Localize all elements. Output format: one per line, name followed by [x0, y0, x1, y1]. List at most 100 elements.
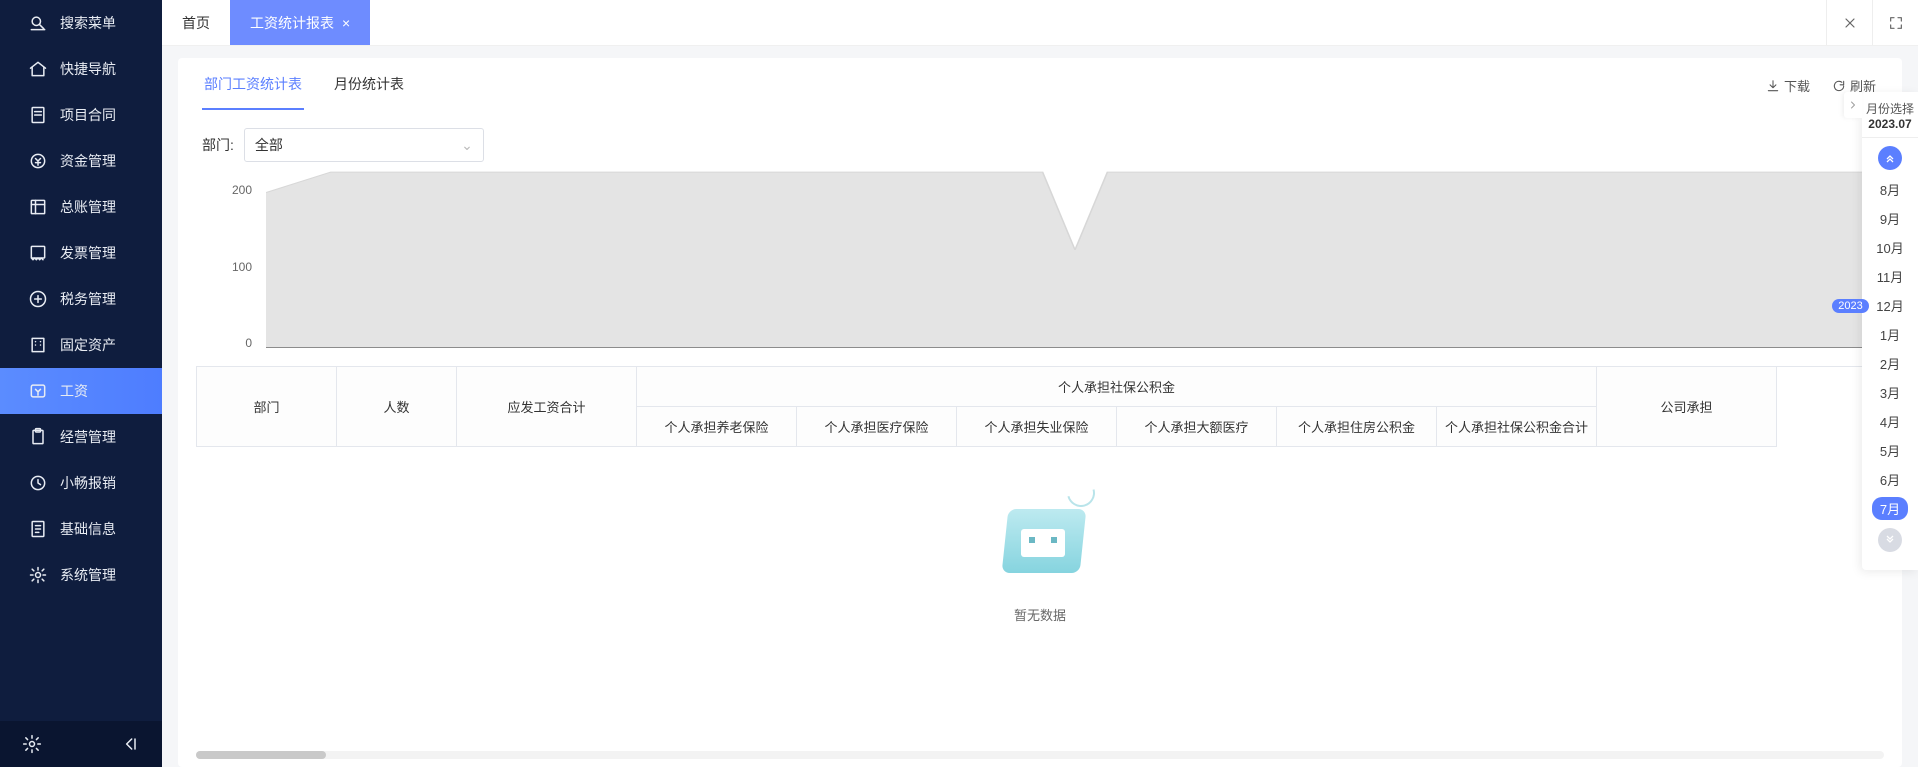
tax-icon — [28, 289, 48, 309]
th-sub: 个人承担社保公积金合计 — [1437, 407, 1597, 447]
dock-collapse-button[interactable] — [1844, 92, 1862, 118]
sidebar-item-label: 总账管理 — [60, 197, 116, 217]
close-all-tabs-button[interactable] — [1826, 0, 1872, 45]
dock-month-item[interactable]: 8月 — [1872, 178, 1908, 201]
subtabs: 部门工资统计表 月份统计表 — [196, 58, 1884, 110]
ytick: 0 — [245, 336, 252, 350]
tab-label: 首页 — [182, 13, 210, 33]
download-button[interactable]: 下载 — [1766, 76, 1810, 95]
sidebar-item-label: 工资 — [60, 381, 88, 401]
th-sub: 个人承担住房公积金 — [1277, 407, 1437, 447]
dock-month-item[interactable]: 12月2023 — [1870, 294, 1909, 317]
sidebar: 搜索菜单 快捷导航 项目合同 资金管理 总账管理 发票管理 税务管理 固定资产 … — [0, 0, 162, 767]
sidebar-item-quicknav[interactable]: 快捷导航 — [0, 46, 162, 92]
th-sub: 个人承担大额医疗 — [1117, 407, 1277, 447]
dock-title: 月份选择 — [1862, 96, 1918, 117]
sidebar-item-reimburse[interactable]: 小畅报销 — [0, 460, 162, 506]
coin-icon — [28, 151, 48, 171]
sidebar-item-fund[interactable]: 资金管理 — [0, 138, 162, 184]
table-head: 部门 人数 应发工资合计 个人承担社保公积金 公司承担 个人承担养老保险 个人承… — [196, 366, 1884, 447]
empty-text: 暂无数据 — [196, 605, 1884, 624]
th-count: 人数 — [337, 367, 457, 447]
sidebar-item-salary[interactable]: 工资 — [0, 368, 162, 414]
dock-month-item[interactable]: 5月 — [1872, 439, 1908, 462]
reimburse-icon — [28, 473, 48, 493]
clipboard-icon — [28, 427, 48, 447]
topbar: 首页 工资统计报表 × — [162, 0, 1918, 46]
dock-scroll-down[interactable] — [1878, 528, 1902, 552]
sidebar-item-system[interactable]: 系统管理 — [0, 552, 162, 598]
th-sub: 个人承担养老保险 — [637, 407, 797, 447]
dock-month-item[interactable]: 9月 — [1872, 207, 1908, 230]
dock-month-item[interactable]: 4月 — [1872, 410, 1908, 433]
sidebar-item-label: 快捷导航 — [60, 59, 116, 79]
dept-select[interactable]: 全部 ⌄ — [244, 128, 484, 162]
sidebar-bottom — [0, 721, 162, 767]
sidebar-item-contract[interactable]: 项目合同 — [0, 92, 162, 138]
ytick: 200 — [232, 183, 252, 197]
system-icon — [28, 565, 48, 585]
download-label: 下载 — [1784, 76, 1810, 95]
gear-icon[interactable] — [22, 734, 42, 754]
sidebar-item-label: 搜索菜单 — [60, 13, 116, 33]
dock-month-item[interactable]: 11月 — [1871, 265, 1910, 288]
th-dept: 部门 — [197, 367, 337, 447]
fullscreen-button[interactable] — [1872, 0, 1918, 45]
dock-month-item[interactable]: 10月 — [1870, 236, 1909, 259]
home-icon — [28, 59, 48, 79]
salary-icon — [28, 381, 48, 401]
panel: 部门工资统计表 月份统计表 下载 刷新 部门: 全部 ⌄ 200 100 — [178, 58, 1902, 767]
sidebar-item-label: 固定资产 — [60, 335, 116, 355]
sidebar-item-ledger[interactable]: 总账管理 — [0, 184, 162, 230]
ledger-icon — [28, 197, 48, 217]
filter-row: 部门: 全部 ⌄ — [196, 128, 1884, 162]
sidebar-item-label: 小畅报销 — [60, 473, 116, 493]
dock-month-list: 8月 9月 10月 11月 12月2023 1月 2月 3月 4月 5月 6月 7月 — [1862, 178, 1918, 520]
chevron-down-icon: ⌄ — [461, 137, 473, 154]
sidebar-item-label: 系统管理 — [60, 565, 116, 585]
th-sub: 个人承担医疗保险 — [797, 407, 957, 447]
download-icon — [1766, 79, 1780, 93]
month-selector-dock: 月份选择 2023.07 8月 9月 10月 11月 12月2023 1月 2月 3月 4月 5月… — [1862, 92, 1918, 570]
sidebar-item-invoice[interactable]: 发票管理 — [0, 230, 162, 276]
chart-plot — [266, 168, 1884, 348]
dock-month-item[interactable]: 1月 — [1872, 323, 1908, 346]
sidebar-item-label: 税务管理 — [60, 289, 116, 309]
sidebar-item-label: 基础信息 — [60, 519, 116, 539]
dock-month-item[interactable]: 2月 — [1872, 352, 1908, 375]
sidebar-item-tax[interactable]: 税务管理 — [0, 276, 162, 322]
sidebar-item-label: 发票管理 — [60, 243, 116, 263]
tab-label: 工资统计报表 — [250, 13, 334, 33]
close-icon[interactable]: × — [342, 15, 350, 31]
dock-month-item[interactable]: 7月 — [1872, 497, 1908, 520]
th-group-personal: 个人承担社保公积金 — [637, 367, 1597, 407]
th-company-partial: 公司承担 — [1597, 367, 1777, 447]
document-icon — [28, 105, 48, 125]
sidebar-item-basic[interactable]: 基础信息 — [0, 506, 162, 552]
search-list-icon — [28, 13, 48, 33]
chart-yticks: 200 100 0 — [196, 168, 258, 348]
invoice-icon — [28, 243, 48, 263]
collapse-icon[interactable] — [120, 734, 140, 754]
dock-date: 2023.07 — [1862, 117, 1918, 138]
subtab-dept-salary[interactable]: 部门工资统计表 — [202, 60, 304, 110]
dock-scroll-up[interactable] — [1878, 146, 1902, 170]
sidebar-item-label: 资金管理 — [60, 151, 116, 171]
subtab-month-stat[interactable]: 月份统计表 — [332, 60, 406, 110]
sidebar-item-asset[interactable]: 固定资产 — [0, 322, 162, 368]
dock-month-item[interactable]: 6月 — [1872, 468, 1908, 491]
chart: 200 100 0 — [196, 168, 1884, 348]
horizontal-scrollbar[interactable] — [196, 751, 1884, 759]
empty-state: 暂无数据 — [196, 477, 1884, 624]
sidebar-item-label: 项目合同 — [60, 105, 116, 125]
tab-home[interactable]: 首页 — [162, 0, 230, 45]
sidebar-item-business[interactable]: 经营管理 — [0, 414, 162, 460]
scrollbar-thumb[interactable] — [196, 751, 326, 759]
th-sub: 个人承担失业保险 — [957, 407, 1117, 447]
empty-illustration — [975, 477, 1105, 587]
dock-month-item[interactable]: 3月 — [1872, 381, 1908, 404]
tab-salary-report[interactable]: 工资统计报表 × — [230, 0, 370, 45]
table: 部门 人数 应发工资合计 个人承担社保公积金 公司承担 个人承担养老保险 个人承… — [196, 366, 1884, 624]
ytick: 100 — [232, 260, 252, 274]
sidebar-item-search[interactable]: 搜索菜单 — [0, 0, 162, 46]
